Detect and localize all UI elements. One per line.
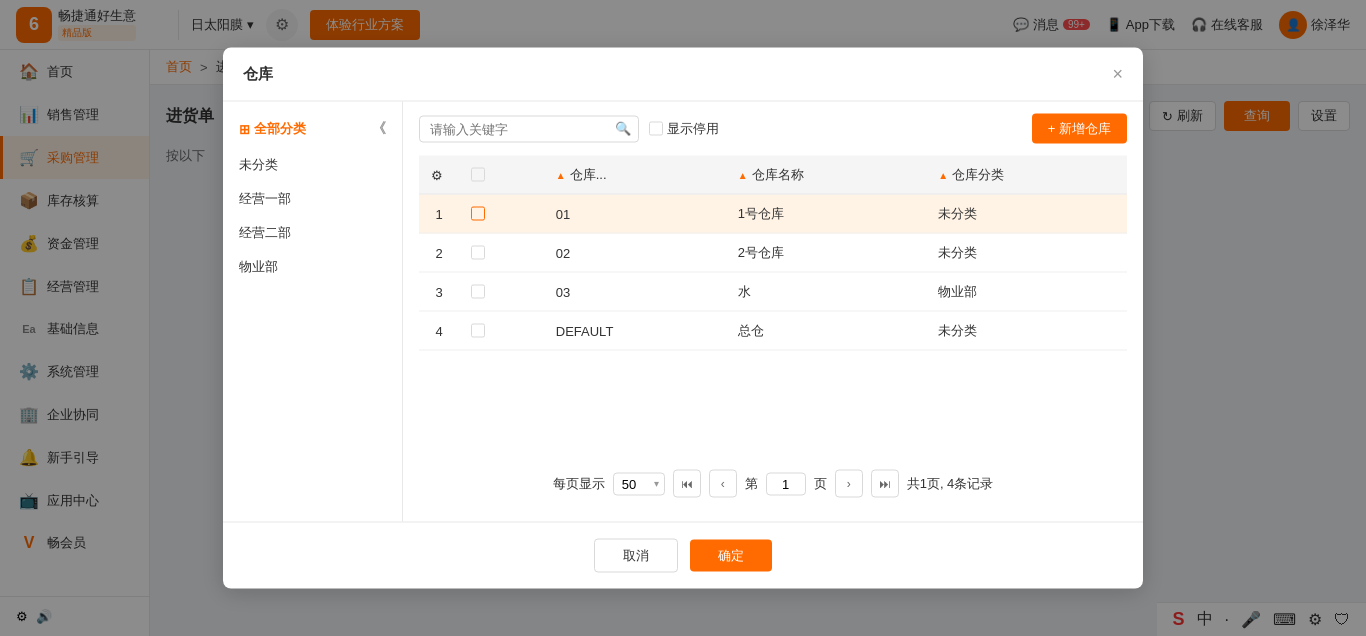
dialog-title: 仓库 bbox=[243, 65, 273, 84]
row-category: 未分类 bbox=[926, 311, 1127, 350]
category-header: ⊞ 全部分类 《 bbox=[223, 114, 402, 148]
dialog-body: ⊞ 全部分类 《 未分类 经营一部 经营二部 物业部 🔍 显示停用 + 新增仓库 bbox=[223, 102, 1143, 522]
cancel-button[interactable]: 取消 bbox=[594, 539, 678, 573]
row-checkbox[interactable] bbox=[471, 207, 485, 221]
row-name: 水 bbox=[726, 272, 927, 311]
page-unit-label: 页 bbox=[814, 475, 827, 493]
search-input[interactable] bbox=[419, 115, 639, 142]
gear-icon: ⚙ bbox=[431, 167, 443, 182]
row-code: 01 bbox=[544, 194, 726, 233]
sort-cat-icon: ▲ bbox=[938, 169, 948, 180]
row-actions: 4 bbox=[419, 311, 459, 350]
row-actions: 1 bbox=[419, 194, 459, 233]
right-toolbar: 🔍 显示停用 + 新增仓库 bbox=[419, 114, 1127, 144]
page-label: 第 bbox=[745, 475, 758, 493]
sort-name-icon: ▲ bbox=[738, 169, 748, 180]
next-page-button[interactable]: › bbox=[835, 470, 863, 498]
search-icon[interactable]: 🔍 bbox=[615, 121, 631, 136]
row-category: 未分类 bbox=[926, 194, 1127, 233]
table-row[interactable]: 2 02 2号仓库 未分类 bbox=[419, 233, 1127, 272]
all-categories-label[interactable]: 全部分类 bbox=[254, 120, 372, 138]
last-page-button[interactable]: ⏭ bbox=[871, 470, 899, 498]
warehouse-dialog: 仓库 × ⊞ 全部分类 《 未分类 经营一部 经营二部 物业部 🔍 bbox=[223, 48, 1143, 589]
dialog-footer: 取消 确定 bbox=[223, 522, 1143, 589]
dialog-close-button[interactable]: × bbox=[1112, 64, 1123, 85]
total-info-label: 共1页, 4条记录 bbox=[907, 475, 994, 493]
th-code: ▲仓库... bbox=[544, 156, 726, 195]
row-checkbox-cell bbox=[459, 233, 544, 272]
table-row[interactable]: 4 DEFAULT 总仓 未分类 bbox=[419, 311, 1127, 350]
th-category: ▲仓库分类 bbox=[926, 156, 1127, 195]
table-row[interactable]: 3 03 水 物业部 bbox=[419, 272, 1127, 311]
row-code: 03 bbox=[544, 272, 726, 311]
row-category: 未分类 bbox=[926, 233, 1127, 272]
row-name: 总仓 bbox=[726, 311, 927, 350]
category-item-property[interactable]: 物业部 bbox=[223, 250, 402, 284]
prev-page-button[interactable]: ‹ bbox=[709, 470, 737, 498]
grid-icon: ⊞ bbox=[239, 121, 250, 136]
th-name: ▲仓库名称 bbox=[726, 156, 927, 195]
first-page-button[interactable]: ⏮ bbox=[673, 470, 701, 498]
per-page-label: 每页显示 bbox=[553, 475, 605, 493]
row-checkbox[interactable] bbox=[471, 285, 485, 299]
row-name: 2号仓库 bbox=[726, 233, 927, 272]
dialog-header: 仓库 × bbox=[223, 48, 1143, 102]
row-checkbox-cell bbox=[459, 194, 544, 233]
select-all-checkbox[interactable] bbox=[471, 168, 485, 182]
row-code: 02 bbox=[544, 233, 726, 272]
pagination: 每页显示 50 10 20 100 ▾ ⏮ ‹ 第 页 › ⏭ 共1页, bbox=[419, 458, 1127, 510]
category-item-ops1[interactable]: 经营一部 bbox=[223, 182, 402, 216]
th-settings: ⚙ bbox=[419, 156, 459, 195]
th-checkbox bbox=[459, 156, 544, 195]
show-disabled-checkbox[interactable] bbox=[649, 122, 663, 136]
per-page-wrapper: 50 10 20 100 ▾ bbox=[613, 472, 665, 495]
page-input[interactable] bbox=[766, 472, 806, 495]
warehouse-list-panel: 🔍 显示停用 + 新增仓库 ⚙ ▲仓库... bbox=[403, 102, 1143, 522]
table-row[interactable]: 1 01 1号仓库 未分类 bbox=[419, 194, 1127, 233]
new-warehouse-button[interactable]: + 新增仓库 bbox=[1032, 114, 1127, 144]
confirm-button[interactable]: 确定 bbox=[690, 540, 772, 572]
per-page-select[interactable]: 50 10 20 100 bbox=[613, 472, 665, 495]
category-panel: ⊞ 全部分类 《 未分类 经营一部 经营二部 物业部 bbox=[223, 102, 403, 522]
sort-icon: ▲ bbox=[556, 169, 566, 180]
row-code: DEFAULT bbox=[544, 311, 726, 350]
category-item-ops2[interactable]: 经营二部 bbox=[223, 216, 402, 250]
row-checkbox-cell bbox=[459, 272, 544, 311]
row-actions: 2 bbox=[419, 233, 459, 272]
warehouse-table: ⚙ ▲仓库... ▲仓库名称 ▲仓库分类 1 bbox=[419, 156, 1127, 351]
collapse-button[interactable]: 《 bbox=[372, 120, 386, 138]
row-checkbox[interactable] bbox=[471, 324, 485, 338]
row-checkbox-cell bbox=[459, 311, 544, 350]
row-category: 物业部 bbox=[926, 272, 1127, 311]
category-item-unclassified[interactable]: 未分类 bbox=[223, 148, 402, 182]
show-disabled-label[interactable]: 显示停用 bbox=[649, 120, 719, 138]
row-name: 1号仓库 bbox=[726, 194, 927, 233]
row-actions: 3 bbox=[419, 272, 459, 311]
search-wrap: 🔍 bbox=[419, 115, 639, 142]
row-checkbox[interactable] bbox=[471, 246, 485, 260]
